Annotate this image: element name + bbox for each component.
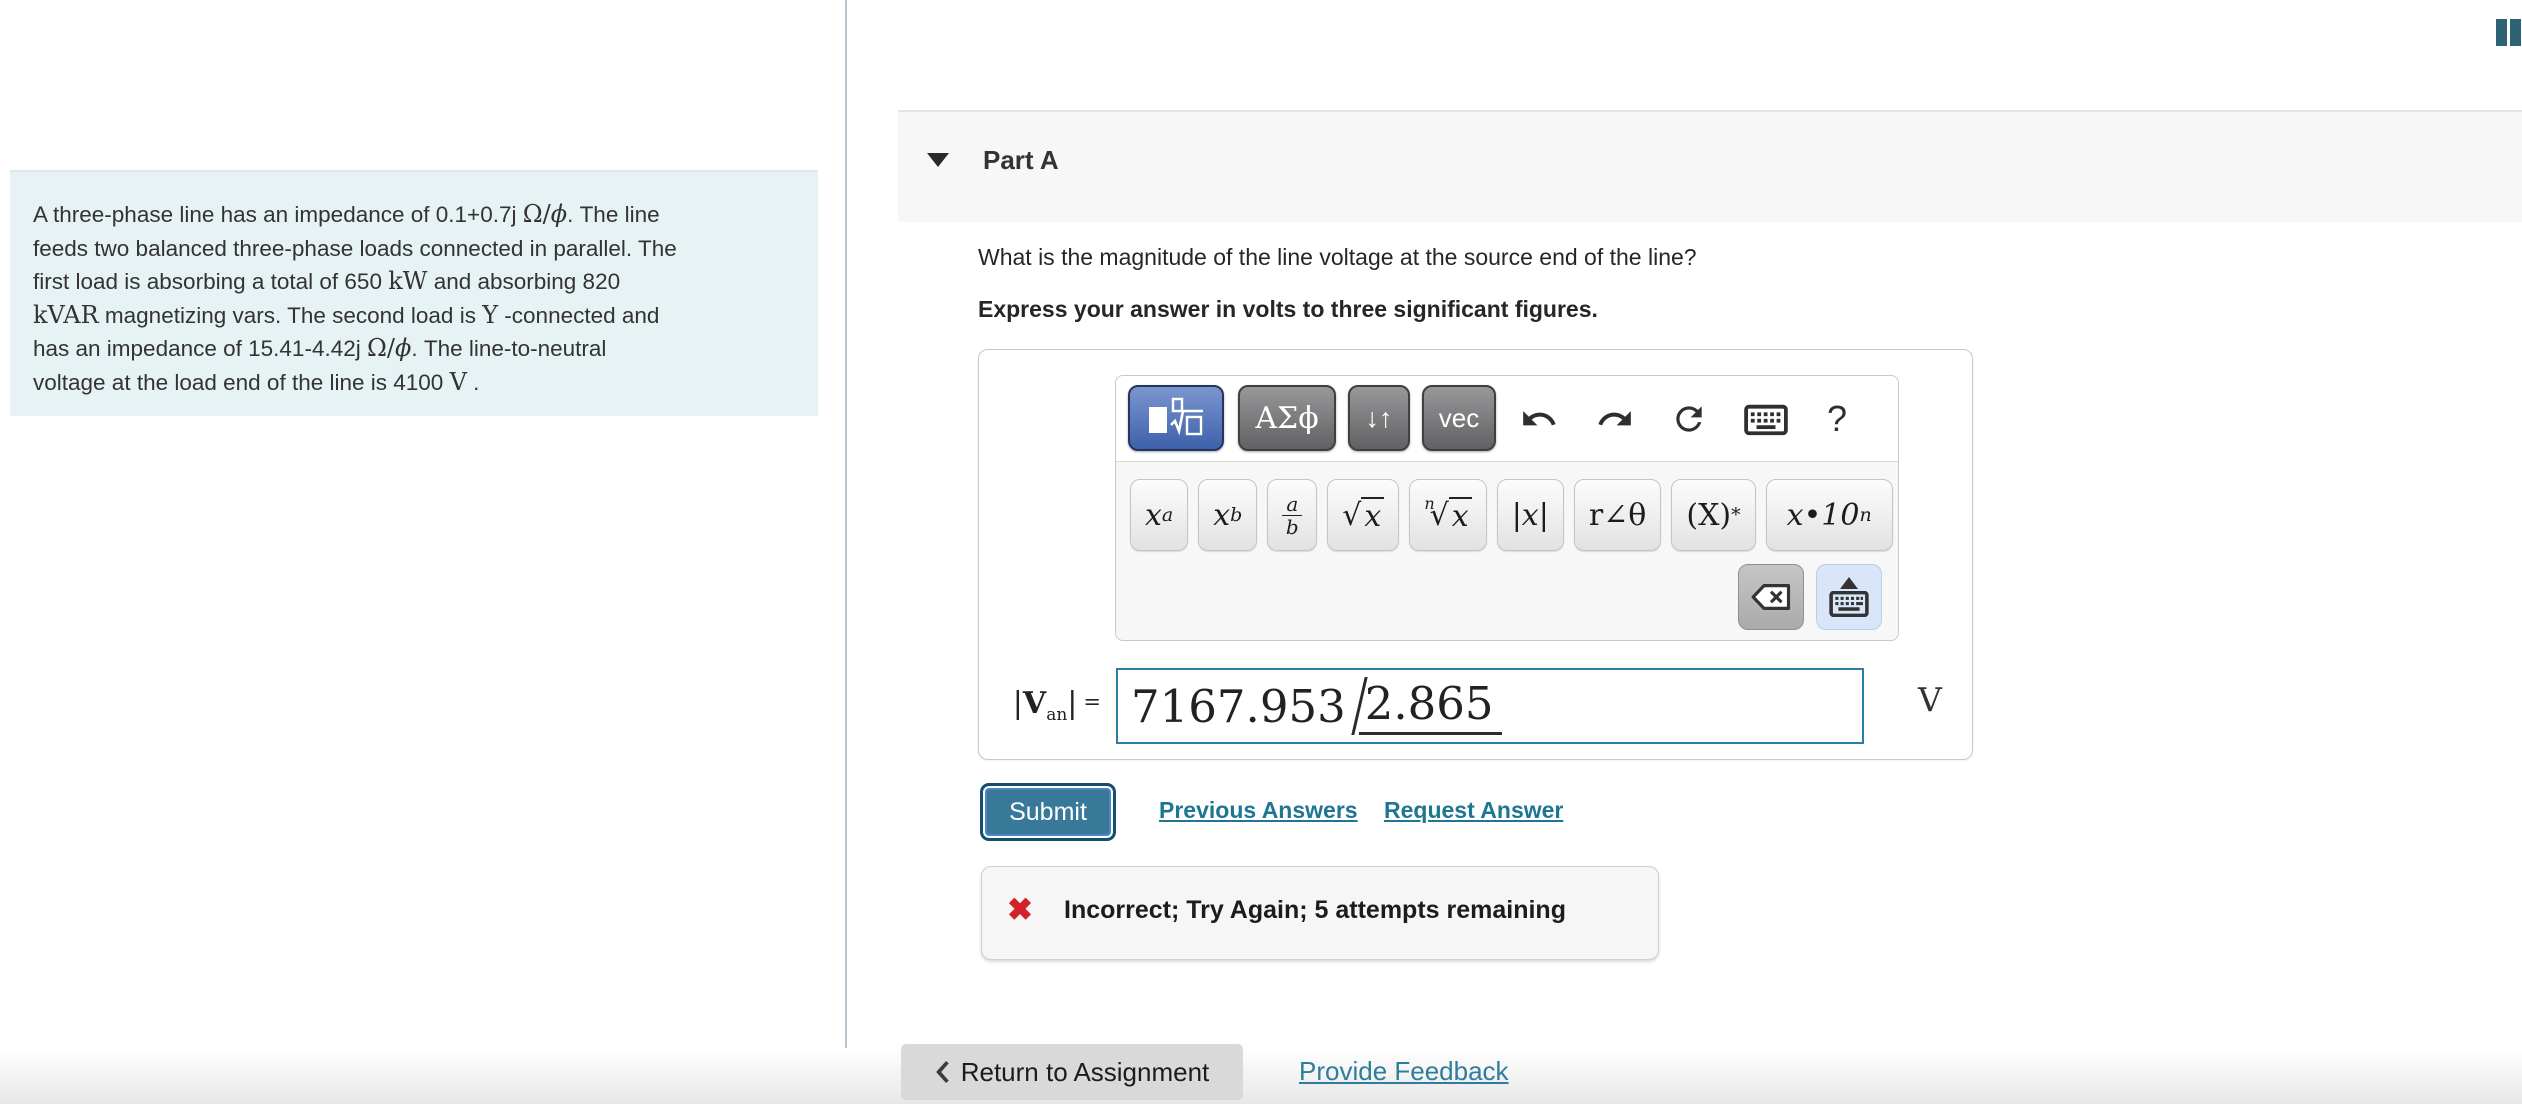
feedback-box: ✖ Incorrect; Try Again; 5 attempts remai… [981,866,1659,960]
answer-label: |Van| = [1012,686,1101,725]
greek-letters-button[interactable]: ΑΣϕ [1238,385,1336,451]
reset-icon [1676,406,1702,432]
template-sub-button[interactable]: xb [1198,479,1258,551]
template-polar-button[interactable]: r∠θ [1573,479,1662,551]
math-templates-icon [1149,397,1203,436]
book-icon [2496,19,2521,46]
redo-button[interactable] [1592,396,1638,442]
backspace-button[interactable] [1738,564,1804,630]
part-a-header[interactable]: Part A [898,110,2522,222]
request-answer-link[interactable]: Request Answer [1384,797,1563,824]
move-up-down-button[interactable]: ↓↑ [1348,385,1410,451]
editor-toolbar: ΑΣϕ ↓↑ vec ? x a x b a b √ x n √ x | x |… [1115,375,1899,641]
redo-icon [1598,411,1631,426]
template-sqrt-button[interactable]: √ x [1327,479,1400,551]
template-sci-button[interactable]: x •10 n [1765,479,1893,551]
feedback-message: Incorrect; Try Again; 5 attempts remaini… [1064,896,1566,924]
equation-editor: ΑΣϕ ↓↑ vec ? x a x b a b √ x n √ x | x |… [978,349,1973,760]
toolbar-row-main: ΑΣϕ ↓↑ vec ? [1116,376,1898,462]
part-title: Part A [983,145,1059,175]
template-conj-button[interactable]: (X) * [1671,479,1756,551]
keyboard-shortcuts-button[interactable] [1738,396,1794,442]
math-templates-button[interactable] [1128,385,1224,451]
keyboard-icon [1829,591,1869,617]
answer-unit: V [1918,680,1942,719]
caret-up-icon [1840,577,1858,589]
template-sup-button[interactable]: xa [1130,479,1189,551]
return-to-assignment-button[interactable]: Return to Assignment [901,1044,1243,1100]
template-nroot-button[interactable]: n √ x [1409,479,1487,551]
toolbar-row-edit [1116,551,1898,640]
return-label: Return to Assignment [960,1056,1210,1087]
chevron-left-icon [935,1060,949,1084]
toolbar-row-templates: x a x b a b √ x n √ x | x | r∠θ (X) * x •10 n [1116,462,1898,551]
answer-angle: 2.865 [1358,677,1502,735]
collapse-caret-icon[interactable] [927,153,949,167]
question-text: What is the magnitude of the line voltag… [978,244,1697,270]
panel-divider [845,0,847,1104]
problem-text: A three-phase line has an impedance of 0… [33,200,677,396]
vector-button[interactable]: vec [1422,385,1496,451]
backspace-icon [1751,584,1791,610]
show-keyboard-button[interactable] [1816,564,1882,630]
undo-icon [1523,411,1556,426]
footer-strip [0,1048,2522,1104]
incorrect-x-icon: ✖ [1007,892,1033,927]
submit-button[interactable]: Submit [980,783,1116,841]
help-button[interactable]: ? [1814,396,1860,442]
provide-feedback-link[interactable]: Provide Feedback [1299,1056,1509,1087]
template-abs-button[interactable]: | x | [1496,479,1564,551]
keyboard-icon [1744,404,1788,436]
problem-statement: A three-phase line has an impedance of 0… [10,170,818,416]
template-frac-button[interactable]: ab [1267,479,1318,551]
answer-magnitude: 7167.953 [1131,679,1346,733]
previous-answers-link[interactable]: Previous Answers [1159,797,1358,824]
reset-button[interactable] [1666,396,1712,442]
answer-instruction: Express your answer in volts to three si… [978,296,1598,322]
undo-button[interactable] [1516,396,1562,442]
answer-input[interactable]: 7167.953 2.865 [1116,668,1864,744]
